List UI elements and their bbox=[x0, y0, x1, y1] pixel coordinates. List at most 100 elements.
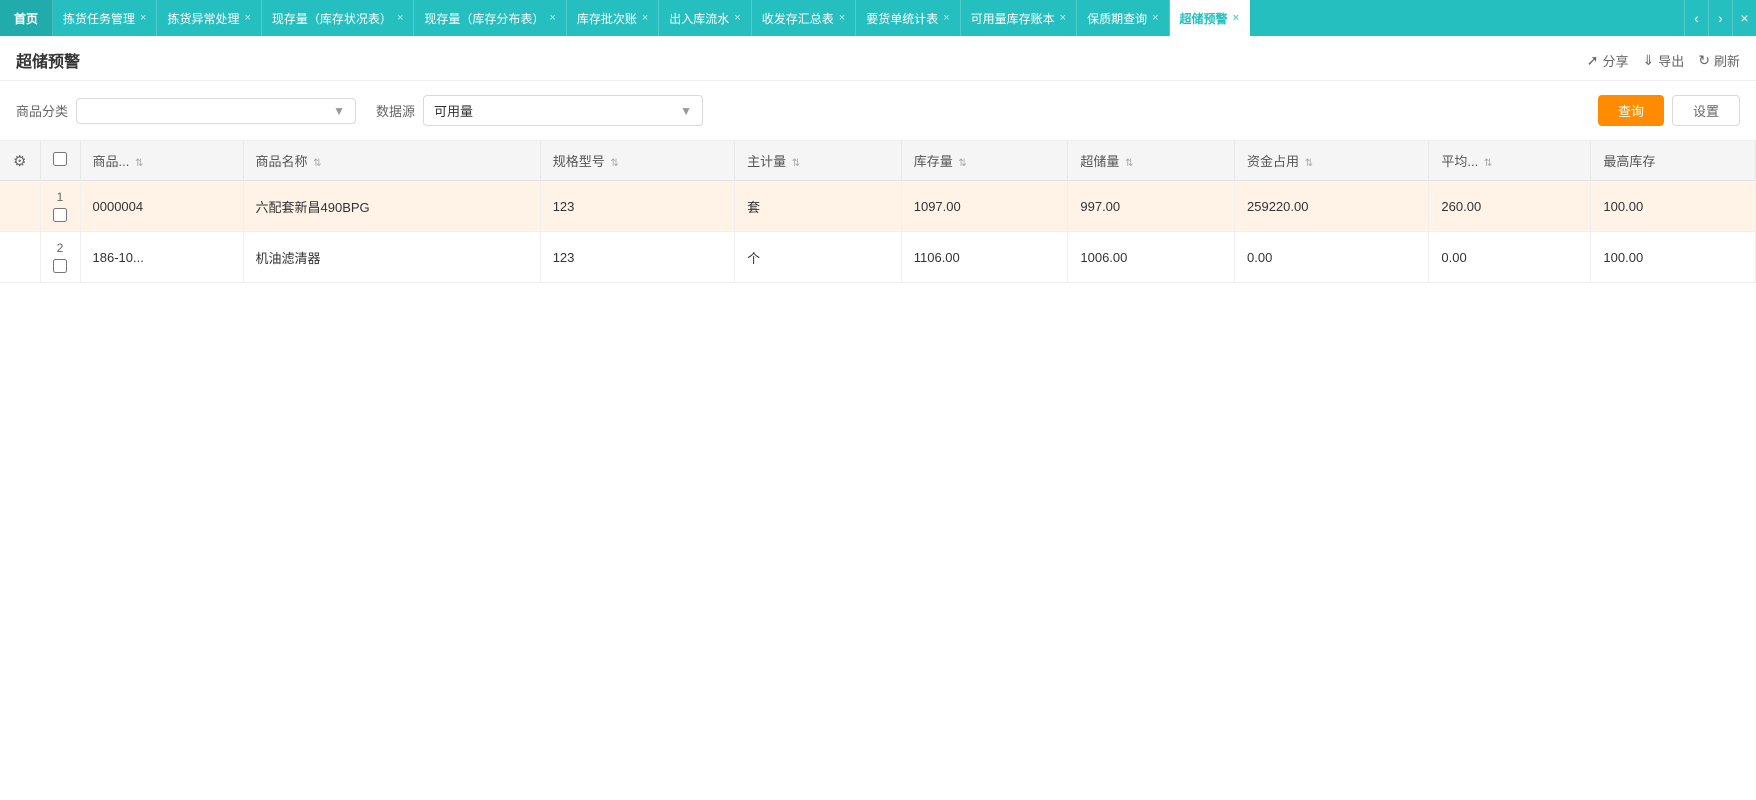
nav-tab-home[interactable]: 首页 bbox=[0, 0, 53, 36]
nav-tab-batch-account[interactable]: 库存批次账 × bbox=[567, 0, 659, 36]
row-checkbox[interactable] bbox=[53, 208, 67, 222]
sort-icon[interactable]: ⇅ bbox=[1125, 158, 1133, 169]
sort-icon[interactable]: ⇅ bbox=[792, 158, 800, 169]
nav-arrow-right[interactable]: › bbox=[1708, 0, 1732, 36]
row-spec: 123 bbox=[540, 181, 734, 232]
row-maxstock: 100.00 bbox=[1591, 232, 1756, 283]
col-name-header: 商品名称 ⇅ bbox=[243, 141, 540, 181]
overstock-table: ⚙ 商品... ⇅ 商品名称 ⇅ 规格型号 bbox=[0, 141, 1756, 283]
row-stock: 1106.00 bbox=[901, 232, 1068, 283]
header-actions: ➚ 分享 ⇓ 导出 ↻ 刷新 bbox=[1587, 51, 1740, 70]
table-container: ⚙ 商品... ⇅ 商品名称 ⇅ 规格型号 bbox=[0, 141, 1756, 283]
sort-icon[interactable]: ⇅ bbox=[135, 158, 143, 169]
row-name: 机油滤清器 bbox=[243, 232, 540, 283]
category-label: 商品分类 bbox=[16, 101, 68, 120]
row-maxstock: 100.00 bbox=[1591, 181, 1756, 232]
datasource-value: 可用量 bbox=[434, 101, 473, 120]
row-code: 186-10... bbox=[80, 232, 243, 283]
close-icon[interactable]: × bbox=[1233, 12, 1239, 24]
col-gear: ⚙ bbox=[0, 141, 40, 181]
export-icon: ⇓ bbox=[1643, 52, 1655, 69]
close-icon[interactable]: × bbox=[943, 12, 949, 24]
select-all-checkbox[interactable] bbox=[53, 152, 67, 166]
row-index-cell: 2 bbox=[40, 232, 80, 283]
table-header-row: ⚙ 商品... ⇅ 商品名称 ⇅ 规格型号 bbox=[0, 141, 1756, 181]
gear-icon[interactable]: ⚙ bbox=[13, 152, 26, 170]
share-icon: ➚ bbox=[1587, 52, 1599, 69]
nav-arrow-left[interactable]: ‹ bbox=[1684, 0, 1708, 36]
chevron-down-icon: ▼ bbox=[680, 104, 692, 118]
close-icon[interactable]: × bbox=[140, 12, 146, 24]
row-gear-cell bbox=[0, 232, 40, 283]
col-maxstock-header: 最高库存 bbox=[1591, 141, 1756, 181]
close-icon[interactable]: × bbox=[244, 12, 250, 24]
nav-tab-exception[interactable]: 拣货异常处理 × bbox=[157, 0, 261, 36]
refresh-button[interactable]: ↻ 刷新 bbox=[1698, 51, 1740, 70]
nav-tab-order-stats[interactable]: 要货单统计表 × bbox=[856, 0, 960, 36]
col-capital-header: 资金占用 ⇅ bbox=[1235, 141, 1429, 181]
close-icon[interactable]: × bbox=[1152, 12, 1158, 24]
row-stock: 1097.00 bbox=[901, 181, 1068, 232]
nav-tab-task-mgmt[interactable]: 拣货任务管理 × bbox=[53, 0, 157, 36]
row-avg: 260.00 bbox=[1429, 181, 1591, 232]
page-title: 超储预警 bbox=[16, 48, 80, 72]
row-gear-cell bbox=[0, 181, 40, 232]
nav-arrows: ‹ › × bbox=[1684, 0, 1756, 36]
close-icon[interactable]: × bbox=[642, 12, 648, 24]
nav-tab-inventory-dist[interactable]: 现存量（库存分布表） × bbox=[414, 0, 566, 36]
col-avg-header: 平均... ⇅ bbox=[1429, 141, 1591, 181]
datasource-label: 数据源 bbox=[376, 101, 415, 120]
sort-icon[interactable]: ⇅ bbox=[1484, 158, 1492, 169]
nav-tab-summary[interactable]: 收发存汇总表 × bbox=[752, 0, 856, 36]
row-overstock: 997.00 bbox=[1068, 181, 1235, 232]
filter-bar: 商品分类 ▼ 数据源 可用量 ▼ 查询 设置 bbox=[0, 81, 1756, 141]
nav-tab-available-account[interactable]: 可用量库存账本 × bbox=[961, 0, 1077, 36]
nav-close-btn[interactable]: × bbox=[1732, 0, 1756, 36]
category-filter: 商品分类 ▼ bbox=[16, 98, 356, 124]
close-icon[interactable]: × bbox=[839, 12, 845, 24]
refresh-icon: ↻ bbox=[1698, 52, 1710, 69]
export-button[interactable]: ⇓ 导出 bbox=[1643, 51, 1685, 70]
col-unit-header: 主计量 ⇅ bbox=[735, 141, 902, 181]
close-icon[interactable]: × bbox=[1060, 12, 1066, 24]
category-select[interactable]: ▼ bbox=[76, 98, 356, 124]
col-checkbox-header bbox=[40, 141, 80, 181]
sort-icon[interactable]: ⇅ bbox=[313, 158, 321, 169]
col-code-header: 商品... ⇅ bbox=[80, 141, 243, 181]
main-content: 超储预警 ➚ 分享 ⇓ 导出 ↻ 刷新 商品分类 ▼ 数据源 bbox=[0, 36, 1756, 800]
datasource-select[interactable]: 可用量 ▼ bbox=[423, 95, 703, 126]
settings-button[interactable]: 设置 bbox=[1672, 95, 1740, 126]
sort-icon[interactable]: ⇅ bbox=[610, 158, 618, 169]
row-index-cell: 1 bbox=[40, 181, 80, 232]
filter-actions: 查询 设置 bbox=[1598, 95, 1740, 126]
top-navigation: 首页 拣货任务管理 × 拣货异常处理 × 现存量（库存状况表） × 现存量（库存… bbox=[0, 0, 1756, 36]
col-overstock-header: 超储量 ⇅ bbox=[1068, 141, 1235, 181]
close-icon[interactable]: × bbox=[734, 12, 740, 24]
query-button[interactable]: 查询 bbox=[1598, 95, 1664, 126]
nav-tab-inventory-status[interactable]: 现存量（库存状况表） × bbox=[262, 0, 414, 36]
row-name: 六配套新昌490BPG bbox=[243, 181, 540, 232]
table-row: 2 186-10... 机油滤清器 123 个 1106.00 1006.00 … bbox=[0, 232, 1756, 283]
row-spec: 123 bbox=[540, 232, 734, 283]
row-checkbox[interactable] bbox=[53, 259, 67, 273]
nav-tab-flow[interactable]: 出入库流水 × bbox=[659, 0, 751, 36]
row-capital: 0.00 bbox=[1235, 232, 1429, 283]
row-code: 0000004 bbox=[80, 181, 243, 232]
share-button[interactable]: ➚ 分享 bbox=[1587, 51, 1629, 70]
sort-icon[interactable]: ⇅ bbox=[958, 158, 966, 169]
chevron-down-icon: ▼ bbox=[333, 104, 345, 118]
row-overstock: 1006.00 bbox=[1068, 232, 1235, 283]
table-row: 1 0000004 六配套新昌490BPG 123 套 1097.00 997.… bbox=[0, 181, 1756, 232]
nav-tab-overstock[interactable]: 超储预警 × bbox=[1170, 0, 1250, 36]
row-capital: 259220.00 bbox=[1235, 181, 1429, 232]
close-icon[interactable]: × bbox=[397, 12, 403, 24]
col-stock-header: 库存量 ⇅ bbox=[901, 141, 1068, 181]
col-spec-header: 规格型号 ⇅ bbox=[540, 141, 734, 181]
page-header: 超储预警 ➚ 分享 ⇓ 导出 ↻ 刷新 bbox=[0, 36, 1756, 81]
nav-tab-expiry[interactable]: 保质期查询 × bbox=[1077, 0, 1169, 36]
close-icon[interactable]: × bbox=[549, 12, 555, 24]
row-avg: 0.00 bbox=[1429, 232, 1591, 283]
sort-icon[interactable]: ⇅ bbox=[1305, 158, 1313, 169]
row-unit: 套 bbox=[735, 181, 902, 232]
datasource-filter: 数据源 可用量 ▼ bbox=[376, 95, 703, 126]
